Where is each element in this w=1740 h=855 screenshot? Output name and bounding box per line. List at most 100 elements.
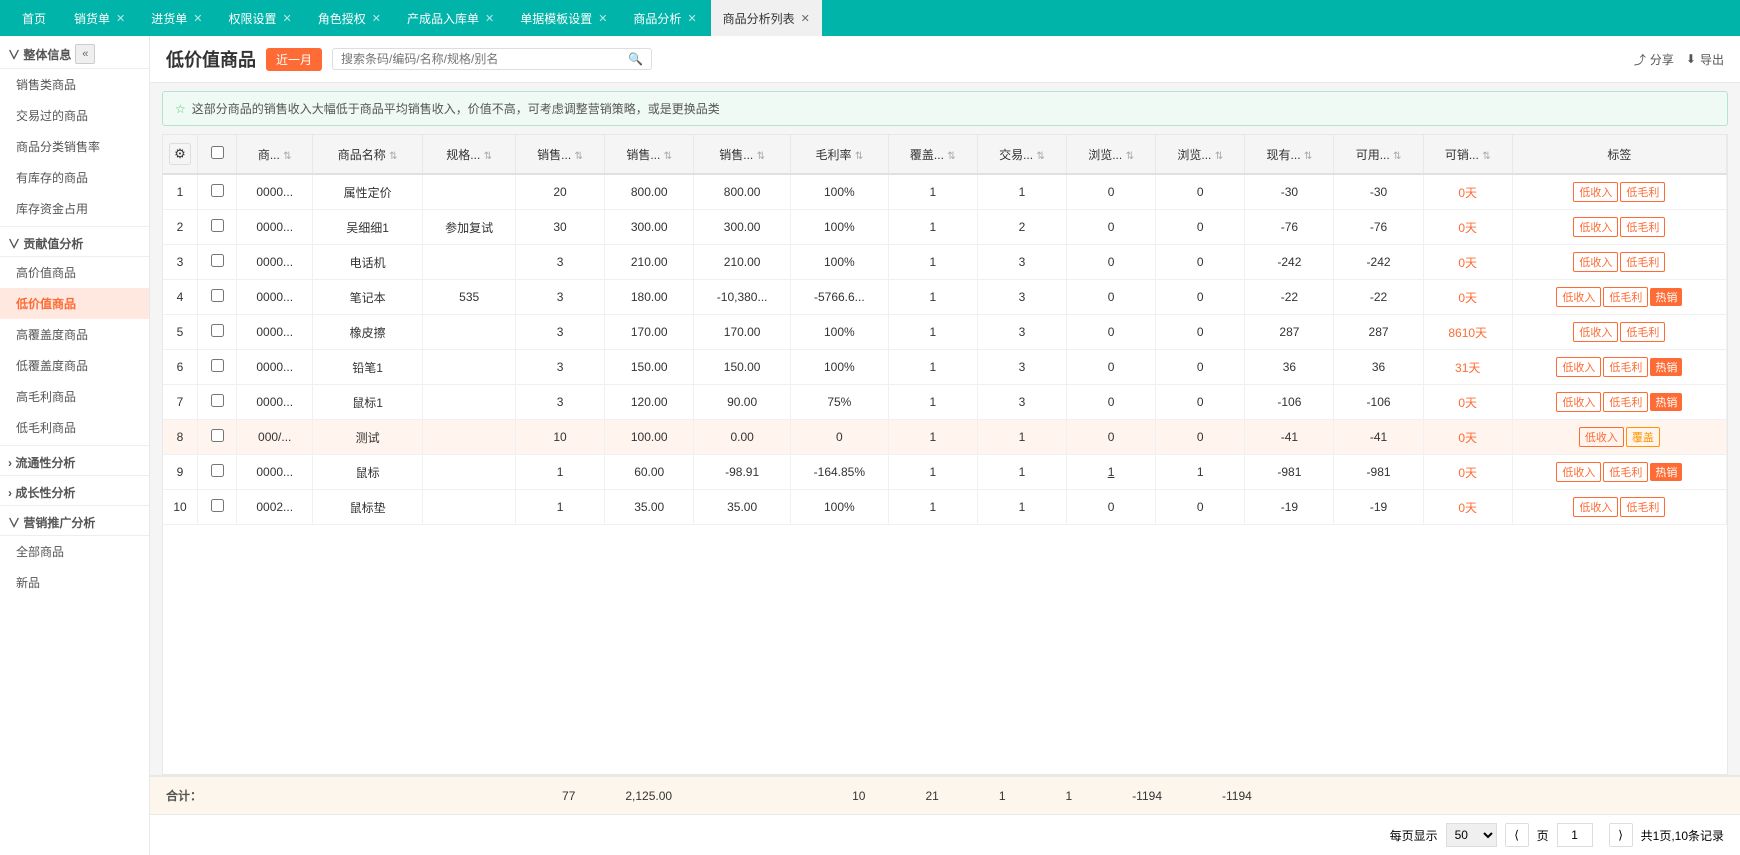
- row-checkbox[interactable]: [211, 254, 224, 267]
- sidebar-item-new-goods[interactable]: 新品: [0, 567, 149, 598]
- table-header-row: ⚙ 商... ⇅ 商品名称 ⇅ 规格... ⇅ 销售... ⇅ 销售... ⇅ …: [163, 135, 1727, 174]
- cell-tags: 低收入低毛利热销: [1512, 385, 1726, 420]
- cell-num: 3: [163, 245, 198, 280]
- th-trade[interactable]: 交易... ⇅: [977, 135, 1066, 174]
- cell-trade: 3: [977, 245, 1066, 280]
- nav-home[interactable]: 首页: [8, 0, 60, 36]
- cell-checkbox[interactable]: [198, 280, 237, 315]
- th-coverage[interactable]: 覆盖... ⇅: [888, 135, 977, 174]
- next-page-button[interactable]: ⟩: [1609, 823, 1633, 847]
- row-checkbox[interactable]: [211, 499, 224, 512]
- nav-goods-list[interactable]: 商品分析列表 ✕: [711, 0, 822, 36]
- th-profit[interactable]: 毛利率 ⇅: [790, 135, 888, 174]
- cell-spec: [423, 245, 516, 280]
- cell-view1: 0: [1067, 245, 1156, 280]
- sidebar-item-high-coverage[interactable]: 高覆盖度商品: [0, 319, 149, 350]
- cell-checkbox[interactable]: [198, 385, 237, 420]
- nav-role[interactable]: 角色授权 ✕: [306, 0, 393, 36]
- cell-code: 0000...: [237, 280, 312, 315]
- first-page-button[interactable]: ⟨: [1505, 823, 1529, 847]
- th-settings[interactable]: ⚙: [163, 135, 198, 174]
- th-view2[interactable]: 浏览... ⇅: [1156, 135, 1245, 174]
- cell-view2: 0: [1156, 490, 1245, 525]
- cell-s1: 3: [515, 245, 604, 280]
- nav-goods[interactable]: 商品分析 ✕: [621, 0, 708, 36]
- export-button[interactable]: ⬇ 导出: [1686, 51, 1724, 68]
- th-name[interactable]: 商品名称 ⇅: [312, 135, 422, 174]
- th-current[interactable]: 现有... ⇅: [1245, 135, 1334, 174]
- nav-purchase[interactable]: 进货单 ✕: [139, 0, 214, 36]
- page-input[interactable]: [1557, 823, 1593, 847]
- cell-checkbox[interactable]: [198, 245, 237, 280]
- sidebar-item-low-value[interactable]: 低价值商品: [0, 288, 149, 319]
- sidebar-item-sales-goods[interactable]: 销售类商品: [0, 69, 149, 100]
- row-checkbox[interactable]: [211, 394, 224, 407]
- row-checkbox[interactable]: [211, 184, 224, 197]
- cell-checkbox[interactable]: [198, 490, 237, 525]
- th-view1[interactable]: 浏览... ⇅: [1067, 135, 1156, 174]
- sidebar-item-high-profit[interactable]: 高毛利商品: [0, 381, 149, 412]
- nav-sales[interactable]: 销货单 ✕: [62, 0, 137, 36]
- cell-checkbox[interactable]: [198, 455, 237, 490]
- cell-available: -22: [1334, 280, 1423, 315]
- sidebar-item-high-value[interactable]: 高价值商品: [0, 257, 149, 288]
- row-checkbox[interactable]: [211, 289, 224, 302]
- th-tags[interactable]: 标签: [1512, 135, 1726, 174]
- cell-current: -981: [1245, 455, 1334, 490]
- cell-view1[interactable]: 1: [1067, 455, 1156, 490]
- cell-checkbox[interactable]: [198, 420, 237, 455]
- cell-checkbox[interactable]: [198, 315, 237, 350]
- nav-template[interactable]: 单据模板设置 ✕: [508, 0, 619, 36]
- share-button[interactable]: ⤴ 分享: [1634, 51, 1674, 68]
- per-page-select[interactable]: 50 100 200: [1446, 823, 1497, 847]
- th-spec[interactable]: 规格... ⇅: [423, 135, 516, 174]
- close-role-icon[interactable]: ✕: [372, 12, 381, 25]
- row-checkbox[interactable]: [211, 324, 224, 337]
- tag: 热销: [1650, 358, 1682, 376]
- settings-icon[interactable]: ⚙: [169, 143, 191, 165]
- sidebar-item-low-coverage[interactable]: 低覆盖度商品: [0, 350, 149, 381]
- row-checkbox[interactable]: [211, 219, 224, 232]
- close-permission-icon[interactable]: ✕: [283, 12, 292, 25]
- cell-profit: 100%: [790, 174, 888, 210]
- row-checkbox[interactable]: [211, 464, 224, 477]
- search-input[interactable]: [341, 52, 628, 66]
- sidebar-item-stock-goods[interactable]: 有库存的商品: [0, 162, 149, 193]
- close-sales-icon[interactable]: ✕: [116, 12, 125, 25]
- row-checkbox[interactable]: [211, 429, 224, 442]
- cell-checkbox[interactable]: [198, 350, 237, 385]
- sidebar-item-low-profit[interactable]: 低毛利商品: [0, 412, 149, 443]
- th-available[interactable]: 可用... ⇅: [1334, 135, 1423, 174]
- table-wrapper[interactable]: ⚙ 商... ⇅ 商品名称 ⇅ 规格... ⇅ 销售... ⇅ 销售... ⇅ …: [162, 134, 1728, 775]
- sidebar-item-all-goods[interactable]: 全部商品: [0, 536, 149, 567]
- th-sales2[interactable]: 销售... ⇅: [605, 135, 694, 174]
- cell-checkbox[interactable]: [198, 210, 237, 245]
- sidebar-item-traded-goods[interactable]: 交易过的商品: [0, 100, 149, 131]
- th-sellable[interactable]: 可销... ⇅: [1423, 135, 1512, 174]
- th-sales1[interactable]: 销售... ⇅: [515, 135, 604, 174]
- th-sales3[interactable]: 销售... ⇅: [694, 135, 791, 174]
- sidebar-item-category-rate[interactable]: 商品分类销售率: [0, 131, 149, 162]
- search-icon[interactable]: 🔍: [628, 52, 643, 66]
- close-goods-icon[interactable]: ✕: [687, 12, 696, 25]
- cell-s3: 35.00: [694, 490, 791, 525]
- tag: 低收入: [1573, 497, 1618, 517]
- contribution-header: ∨ 贡献值分析: [8, 237, 83, 251]
- sidebar-item-stock-fund[interactable]: 库存资金占用: [0, 193, 149, 224]
- cell-spec: [423, 455, 516, 490]
- tag: 低收入: [1556, 287, 1601, 307]
- date-filter-button[interactable]: 近一月: [266, 48, 322, 71]
- th-checkbox[interactable]: [198, 135, 237, 174]
- select-all-checkbox[interactable]: [211, 146, 224, 159]
- sidebar-collapse-btn[interactable]: «: [75, 44, 95, 64]
- close-warehouse-icon[interactable]: ✕: [485, 12, 494, 25]
- close-purchase-icon[interactable]: ✕: [193, 12, 202, 25]
- th-code[interactable]: 商... ⇅: [237, 135, 312, 174]
- cell-checkbox[interactable]: [198, 174, 237, 210]
- close-template-icon[interactable]: ✕: [598, 12, 607, 25]
- nav-permission[interactable]: 权限设置 ✕: [216, 0, 303, 36]
- nav-warehouse[interactable]: 产成品入库单 ✕: [395, 0, 506, 36]
- cell-sellable: 0天: [1423, 490, 1512, 525]
- close-goods-list-icon[interactable]: ✕: [801, 12, 810, 25]
- row-checkbox[interactable]: [211, 359, 224, 372]
